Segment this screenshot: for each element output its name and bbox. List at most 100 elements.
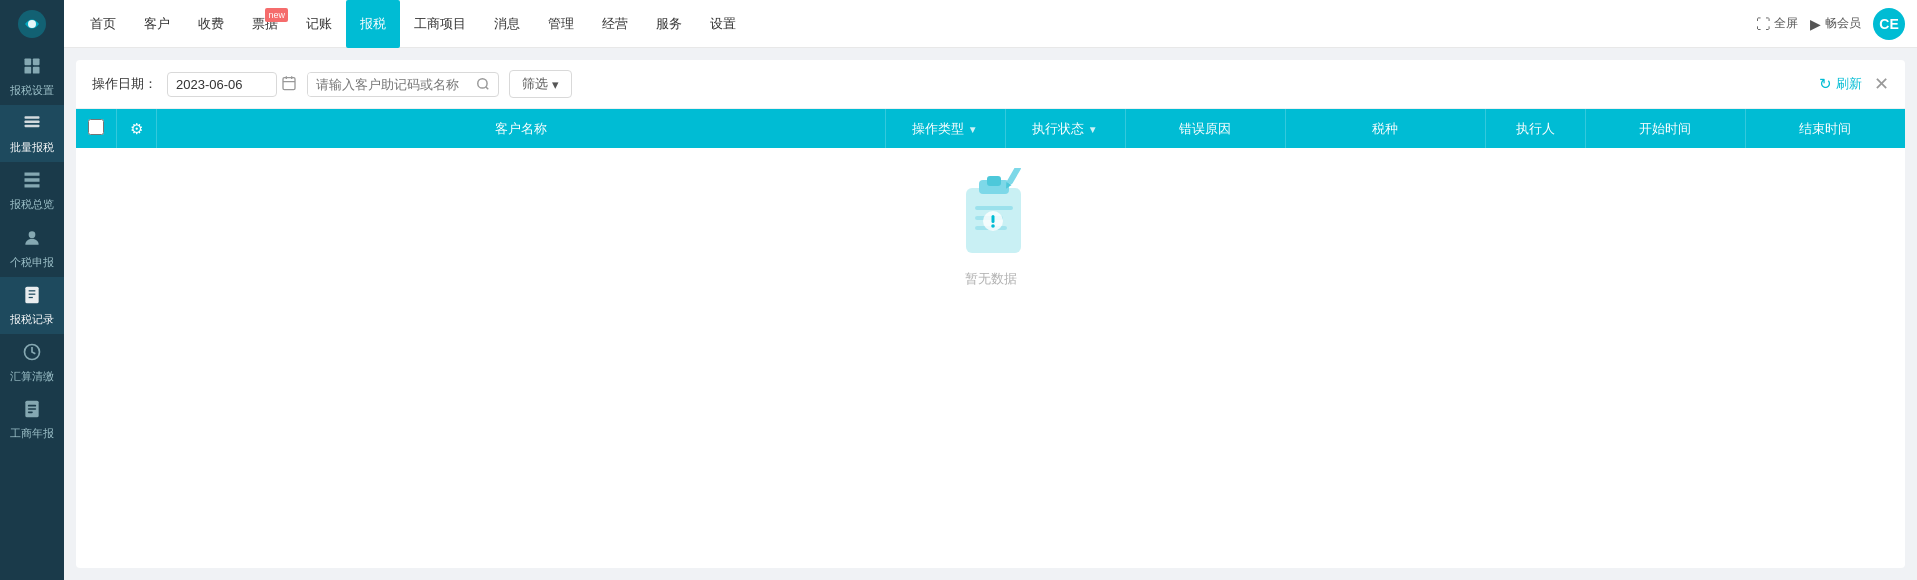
nav-invoice[interactable]: 票据 new	[238, 0, 292, 48]
th-exec-status: 执行状态 ▼	[1005, 109, 1125, 148]
th-client-name: 客户名称	[156, 109, 885, 148]
sidebar-item-tax-summary-label: 报税总览	[10, 198, 54, 211]
sidebar-item-settlement-label: 汇算清缴	[10, 370, 54, 383]
fullscreen-icon: ⛶	[1756, 16, 1770, 32]
svg-point-9	[29, 231, 36, 238]
sidebar-item-batch-tax-label: 批量报税	[10, 141, 54, 154]
tax-settings-icon	[22, 56, 42, 81]
sidebar-item-tax-record-label: 报税记录	[10, 313, 54, 326]
date-input[interactable]: 2023-06-06	[167, 72, 277, 97]
nav-business[interactable]: 工商项目	[400, 0, 480, 48]
th-error-reason: 错误原因	[1125, 109, 1285, 148]
svg-rect-3	[33, 59, 40, 66]
select-all-checkbox[interactable]	[88, 119, 104, 135]
svg-rect-4	[25, 67, 32, 74]
svg-rect-18	[28, 412, 33, 414]
filter-button[interactable]: 筛选 ▾	[509, 70, 572, 98]
th-checkbox[interactable]	[76, 109, 116, 148]
fullscreen-button[interactable]: ⛶ 全屏	[1756, 15, 1798, 32]
sidebar-item-tax-record[interactable]: 报税记录	[0, 277, 64, 334]
svg-rect-34	[1006, 168, 1021, 185]
svg-rect-10	[25, 286, 38, 303]
svg-rect-16	[28, 405, 36, 407]
settlement-icon	[22, 342, 42, 367]
content-card: 操作日期： 2023-06-06	[76, 60, 1905, 568]
avatar[interactable]: CE	[1873, 8, 1905, 40]
svg-rect-17	[28, 408, 36, 410]
main-area: 首页 客户 收费 票据 new 记账 报税 工商项目 消息 管理 经营 服务 设…	[64, 0, 1917, 580]
chevron-down-icon: ▾	[552, 77, 559, 92]
empty-icon	[951, 168, 1031, 258]
sidebar-item-personal-tax[interactable]: 个税申报	[0, 220, 64, 277]
nav-bookkeeping[interactable]: 记账	[292, 0, 346, 48]
sidebar-logo	[0, 0, 64, 48]
sidebar-item-annual-report-label: 工商年报	[10, 427, 54, 440]
batch-tax-icon	[22, 113, 42, 138]
sidebar-item-settlement[interactable]: 汇算清缴	[0, 334, 64, 391]
toolbar: 操作日期： 2023-06-06	[76, 60, 1905, 109]
toolbar-right: ↻ 刷新 ✕	[1819, 73, 1889, 95]
vip-button[interactable]: ▶ 畅会员	[1810, 15, 1861, 32]
search-input[interactable]	[308, 73, 468, 96]
svg-rect-32	[991, 215, 994, 223]
nav-message[interactable]: 消息	[480, 0, 534, 48]
tax-record-icon	[22, 285, 42, 310]
sidebar-item-annual-report[interactable]: 工商年报	[0, 391, 64, 448]
svg-rect-7	[25, 121, 40, 124]
nav-tax-report[interactable]: 报税	[346, 0, 400, 48]
calendar-icon[interactable]	[281, 75, 297, 94]
th-end-time: 结束时间	[1745, 109, 1905, 148]
sidebar-item-tax-settings-label: 报税设置	[10, 84, 54, 97]
content-area: 操作日期： 2023-06-06	[64, 48, 1917, 580]
th-start-time: 开始时间	[1585, 109, 1745, 148]
th-settings[interactable]: ⚙	[116, 109, 156, 148]
refresh-button[interactable]: ↻ 刷新	[1819, 75, 1862, 93]
column-settings-icon[interactable]: ⚙	[130, 120, 143, 137]
svg-rect-8	[25, 125, 40, 128]
svg-point-33	[991, 224, 995, 228]
nav-settings[interactable]: 设置	[696, 0, 750, 48]
nav-manage[interactable]: 管理	[534, 0, 588, 48]
th-tax-type: 税种	[1285, 109, 1485, 148]
top-nav: 首页 客户 收费 票据 new 记账 报税 工商项目 消息 管理 经营 服务 设…	[64, 0, 1917, 48]
nav-client[interactable]: 客户	[130, 0, 184, 48]
sidebar: 报税设置 批量报税 报税总览 个税申报 报税记录 汇算清缴 工商	[0, 0, 64, 580]
empty-text: 暂无数据	[965, 270, 1017, 288]
refresh-icon: ↻	[1819, 75, 1832, 93]
tax-summary-icon	[22, 170, 42, 195]
sidebar-item-tax-settings[interactable]: 报税设置	[0, 48, 64, 105]
nav-service[interactable]: 服务	[642, 0, 696, 48]
date-input-wrapper: 2023-06-06	[167, 72, 297, 97]
svg-rect-6	[25, 117, 40, 120]
th-op-type: 操作类型 ▼	[885, 109, 1005, 148]
annual-report-icon	[22, 399, 42, 424]
data-table: ⚙ 客户名称 操作类型 ▼ 执行状态 ▼	[76, 109, 1905, 148]
nav-operation[interactable]: 经营	[588, 0, 642, 48]
svg-rect-28	[975, 206, 1013, 210]
exec-status-filter-icon[interactable]: ▼	[1088, 124, 1098, 135]
sidebar-item-personal-tax-label: 个税申报	[10, 256, 54, 269]
close-button[interactable]: ✕	[1874, 73, 1889, 95]
date-label: 操作日期：	[92, 75, 157, 93]
svg-rect-19	[283, 77, 295, 89]
invoice-new-badge: new	[265, 8, 288, 22]
topnav-right: ⛶ 全屏 ▶ 畅会员 CE	[1756, 8, 1905, 40]
svg-rect-2	[25, 59, 32, 66]
nav-items: 首页 客户 收费 票据 new 记账 报税 工商项目 消息 管理 经营 服务 设…	[76, 0, 1756, 48]
empty-state: 暂无数据	[76, 148, 1905, 308]
search-box	[307, 72, 499, 97]
op-type-filter-icon[interactable]: ▼	[968, 124, 978, 135]
sidebar-item-batch-tax[interactable]: 批量报税	[0, 105, 64, 162]
nav-billing[interactable]: 收费	[184, 0, 238, 48]
svg-rect-27	[987, 176, 1001, 186]
th-executor: 执行人	[1485, 109, 1585, 148]
vip-icon: ▶	[1810, 16, 1821, 32]
svg-line-24	[486, 87, 489, 90]
search-button[interactable]	[468, 73, 498, 95]
svg-point-1	[28, 20, 36, 28]
sidebar-item-tax-summary[interactable]: 报税总览	[0, 162, 64, 219]
svg-point-23	[478, 79, 487, 88]
personal-tax-icon	[22, 228, 42, 253]
nav-home[interactable]: 首页	[76, 0, 130, 48]
svg-rect-5	[33, 67, 40, 74]
